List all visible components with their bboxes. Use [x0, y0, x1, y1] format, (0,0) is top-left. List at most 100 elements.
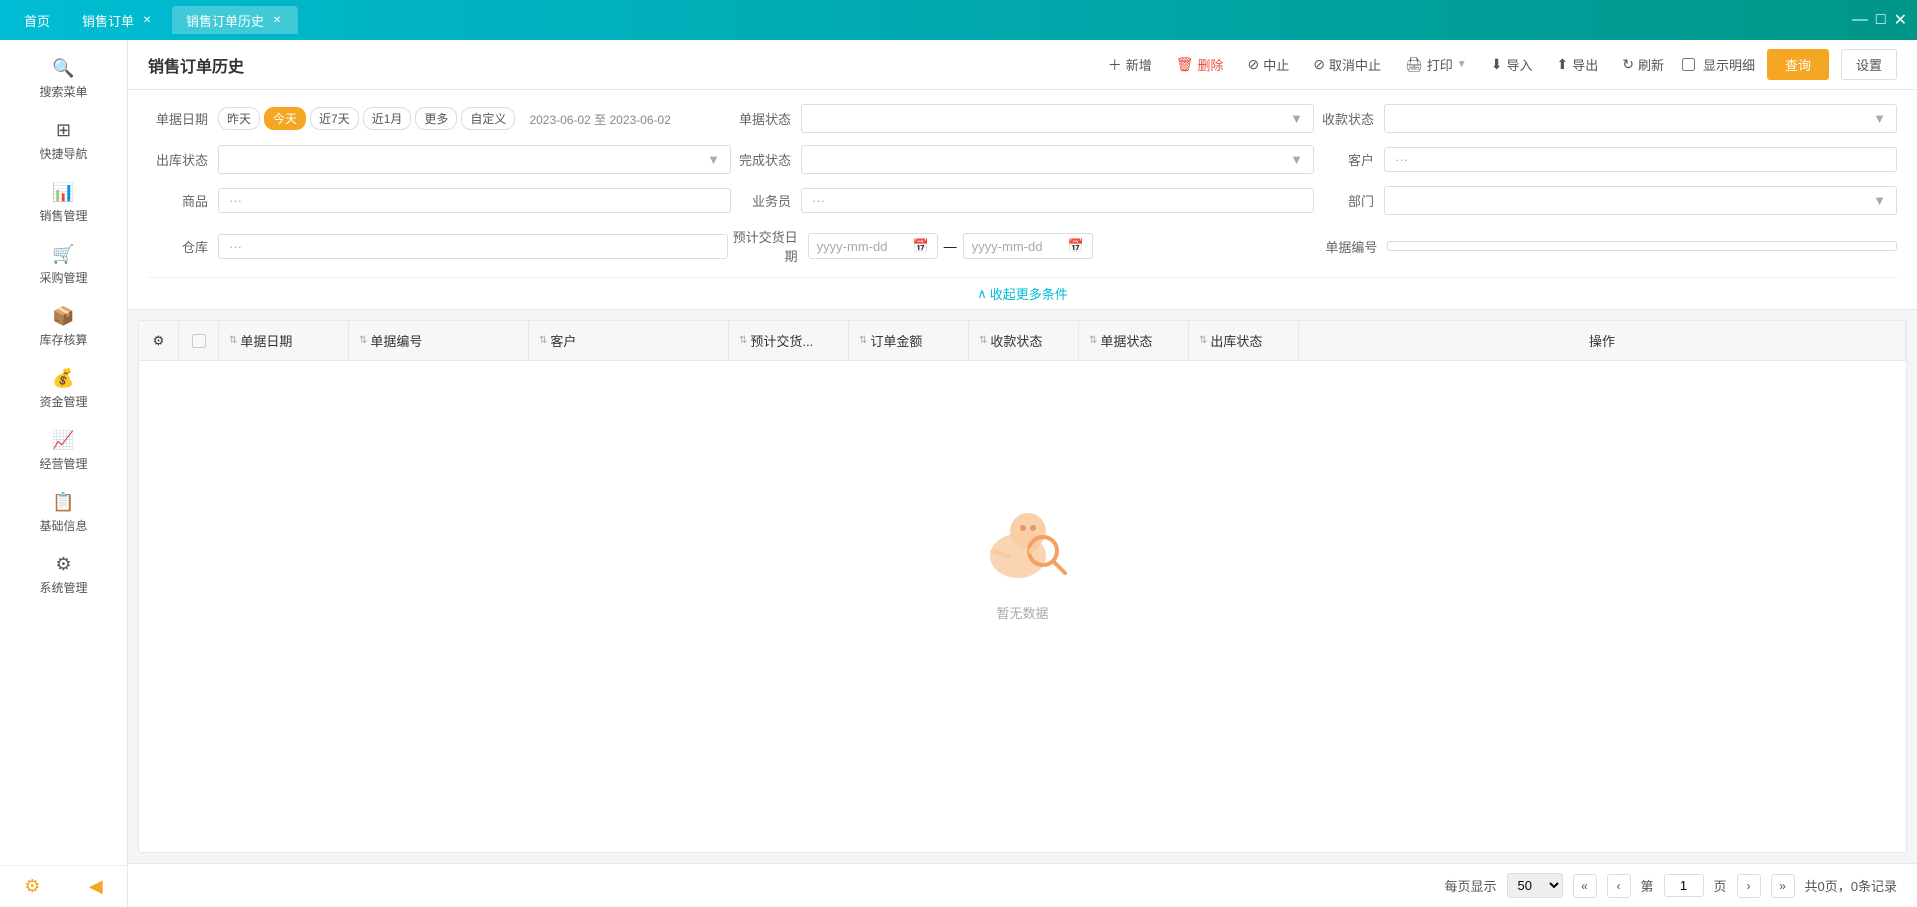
refresh-icon: ↻ — [1622, 56, 1634, 73]
table-area: ⚙ ⇅ 单据日期 ⇅ 单据编号 ⇅ 客户 ⇅ — [138, 320, 1907, 853]
sidebar-settings-icon[interactable]: ⚙ — [24, 876, 40, 897]
show-columns-checkbox[interactable] — [1682, 58, 1695, 71]
doc-status-value — [812, 109, 825, 128]
complete-status-select[interactable]: ▼ — [801, 145, 1314, 174]
import-button[interactable]: ⬇ 导入 — [1485, 51, 1539, 78]
delete-button[interactable]: 🗑 删除 — [1170, 51, 1230, 78]
sort-amount-icon[interactable]: ⇅ — [859, 335, 867, 346]
sidebar-item-purchase-mgmt[interactable]: 🛒 采购管理 — [0, 234, 127, 296]
sidebar-item-sales-mgmt-label: 销售管理 — [39, 207, 87, 224]
settings-button[interactable]: 设置 — [1841, 49, 1897, 80]
next-page-btn[interactable]: › — [1737, 874, 1761, 898]
refresh-button[interactable]: ↻ 刷新 — [1616, 51, 1670, 78]
payment-status-select[interactable]: ▼ — [1384, 104, 1897, 133]
print-button[interactable]: 🖨 打印 ▼ — [1399, 51, 1473, 78]
doc-status-select[interactable]: ▼ — [801, 104, 1314, 133]
sidebar-item-sales-mgmt[interactable]: 📊 销售管理 — [0, 172, 127, 234]
payment-status-chevron-icon: ▼ — [1873, 111, 1886, 126]
warehouse-input[interactable]: ··· — [218, 234, 728, 259]
last-page-btn[interactable]: » — [1771, 874, 1795, 898]
date-yesterday-btn[interactable]: 昨天 — [218, 107, 260, 130]
sidebar-item-operation-mgmt[interactable]: 📈 经营管理 — [0, 420, 127, 482]
th-docno[interactable]: ⇅ 单据编号 — [349, 321, 529, 360]
gear-icon[interactable]: ⚙ — [153, 333, 165, 349]
stop-button[interactable]: ⊘ 中止 — [1242, 51, 1296, 78]
th-date[interactable]: ⇅ 单据日期 — [219, 321, 349, 360]
sort-payment-icon[interactable]: ⇅ — [979, 335, 987, 346]
sidebar-item-search-menu[interactable]: 🔍 搜索菜单 — [0, 48, 127, 110]
top-bar: 首页 销售订单 ✕ 销售订单历史 ✕ — □ ✕ — [0, 0, 1917, 40]
refresh-label: 刷新 — [1638, 55, 1664, 74]
select-all-checkbox[interactable] — [192, 334, 206, 348]
sidebar-item-inventory[interactable]: 📦 库存核算 — [0, 296, 127, 358]
add-button[interactable]: ＋ 新增 — [1102, 51, 1158, 79]
th-customer[interactable]: ⇅ 客户 — [529, 321, 729, 360]
th-check[interactable] — [179, 321, 219, 360]
query-button[interactable]: 查询 — [1767, 49, 1829, 80]
sort-docno-icon[interactable]: ⇅ — [359, 335, 367, 346]
sidebar-item-finance-mgmt[interactable]: 💰 资金管理 — [0, 358, 127, 420]
salesperson-input[interactable]: ··· — [801, 188, 1314, 213]
date-more-btn[interactable]: 更多 — [415, 107, 457, 130]
product-input[interactable]: ··· — [218, 188, 731, 213]
date-7days-btn[interactable]: 近7天 — [310, 107, 359, 130]
docno-input[interactable] — [1387, 241, 1897, 251]
out-status-select[interactable]: ▼ — [218, 145, 731, 174]
th-delivery[interactable]: ⇅ 预计交货... — [729, 321, 849, 360]
tab-home[interactable]: 首页 — [10, 6, 64, 34]
department-select[interactable]: ▼ — [1384, 186, 1897, 215]
docno-label: 单据编号 — [1317, 237, 1387, 256]
cancel-stop-button[interactable]: ⊘ 取消中止 — [1307, 51, 1387, 78]
delivery-date-end[interactable]: yyyy-mm-dd 📅 — [963, 233, 1093, 259]
first-page-btn[interactable]: « — [1573, 874, 1597, 898]
window-close-btn[interactable]: ✕ — [1894, 10, 1907, 30]
sort-outstatus-icon[interactable]: ⇅ — [1199, 335, 1207, 346]
calendar-start-icon[interactable]: 📅 — [912, 238, 928, 254]
prev-page-btn[interactable]: ‹ — [1607, 874, 1631, 898]
customer-input[interactable]: ··· — [1384, 147, 1897, 172]
sidebar-item-quick-nav[interactable]: ⊞ 快捷导航 — [0, 110, 127, 172]
date-range-dash: — — [944, 239, 957, 254]
sidebar-item-basic-info[interactable]: 📋 基础信息 — [0, 482, 127, 544]
collapse-row[interactable]: ∧ 收起更多条件 — [148, 277, 1897, 309]
export-icon: ⬆ — [1556, 56, 1568, 73]
cancel-stop-label: 取消中止 — [1329, 55, 1381, 74]
content: 销售订单历史 ＋ 新增 🗑 删除 ⊘ 中止 ⊘ 取消中止 — [128, 40, 1917, 907]
salesperson-label: 业务员 — [731, 191, 801, 210]
tab-sales-order[interactable]: 销售订单 ✕ — [68, 6, 168, 34]
calendar-end-icon[interactable]: 📅 — [1067, 238, 1083, 254]
stop-label: 中止 — [1263, 55, 1289, 74]
date-today-btn[interactable]: 今天 — [264, 107, 306, 130]
out-status-label: 出库状态 — [148, 150, 218, 169]
tab-sales-order-close[interactable]: ✕ — [140, 13, 154, 27]
window-maximize-btn[interactable]: □ — [1876, 11, 1886, 29]
sys-mgmt-icon: ⚙ — [55, 554, 71, 575]
sort-customer-icon[interactable]: ⇅ — [539, 335, 547, 346]
delivery-date-label: 预计交货日期 — [728, 227, 808, 265]
th-out-status[interactable]: ⇅ 出库状态 — [1189, 321, 1299, 360]
add-icon: ＋ — [1108, 55, 1122, 75]
show-columns-label[interactable]: 显示明细 — [1682, 55, 1755, 74]
tab-sales-order-history-close[interactable]: ✕ — [270, 13, 284, 27]
sidebar-collapse-icon[interactable]: ◀ — [89, 876, 103, 897]
date-1month-btn[interactable]: 近1月 — [363, 107, 412, 130]
sort-delivery-icon[interactable]: ⇅ — [739, 335, 747, 346]
th-doc-status[interactable]: ⇅ 单据状态 — [1079, 321, 1189, 360]
collapse-btn[interactable]: ∧ 收起更多条件 — [977, 284, 1068, 303]
sidebar-item-sys-mgmt[interactable]: ⚙ 系统管理 — [0, 544, 127, 606]
sort-date-icon[interactable]: ⇅ — [229, 335, 237, 346]
per-page-select[interactable]: 50 20 100 — [1507, 873, 1563, 898]
export-button[interactable]: ⬆ 导出 — [1550, 51, 1604, 78]
window-minimize-btn[interactable]: — — [1852, 11, 1868, 29]
tab-sales-order-history[interactable]: 销售订单历史 ✕ — [172, 6, 298, 34]
th-payment-status[interactable]: ⇅ 收款状态 — [969, 321, 1079, 360]
sort-docstatus-icon[interactable]: ⇅ — [1089, 335, 1097, 346]
th-amount[interactable]: ⇅ 订单金额 — [849, 321, 969, 360]
delivery-date-start[interactable]: yyyy-mm-dd 📅 — [808, 233, 938, 259]
sidebar-item-inventory-label: 库存核算 — [39, 331, 87, 348]
page-input[interactable] — [1664, 874, 1704, 897]
customer-label: 客户 — [1314, 150, 1384, 169]
date-quick-btns: 昨天 今天 近7天 近1月 更多 自定义 — [218, 107, 515, 130]
th-gear[interactable]: ⚙ — [139, 321, 179, 360]
date-custom-btn[interactable]: 自定义 — [461, 107, 515, 130]
